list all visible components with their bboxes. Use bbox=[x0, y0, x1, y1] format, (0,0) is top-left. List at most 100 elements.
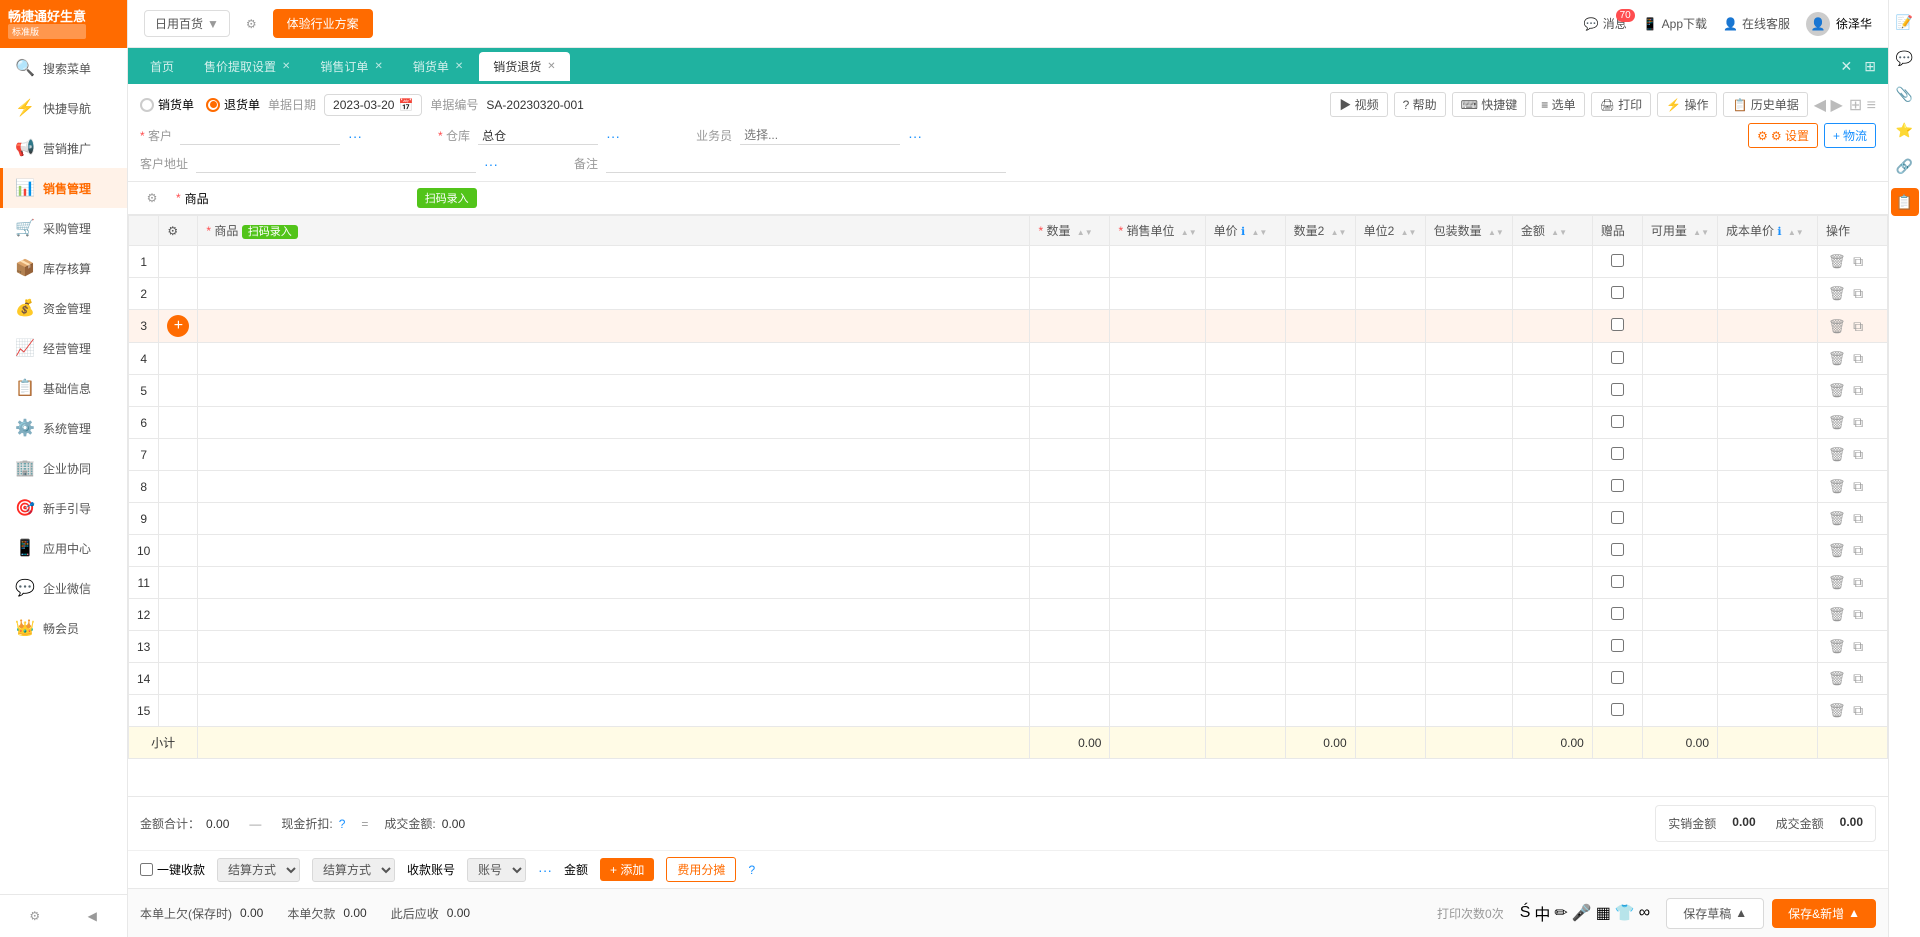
price-cell[interactable] bbox=[1205, 567, 1285, 599]
copy-row-btn[interactable]: ⧉ bbox=[1853, 253, 1863, 269]
gift-cell[interactable] bbox=[1592, 695, 1642, 727]
unit2-cell[interactable] bbox=[1355, 503, 1425, 535]
price-cell[interactable] bbox=[1205, 535, 1285, 567]
cost-cell[interactable] bbox=[1718, 631, 1818, 663]
qty2-cell[interactable] bbox=[1285, 535, 1355, 567]
add-payment-btn[interactable]: + 添加 bbox=[600, 858, 654, 881]
gift-checkbox[interactable] bbox=[1611, 479, 1624, 492]
unit-cell[interactable] bbox=[1110, 695, 1205, 727]
sidebar-item-inventory[interactable]: 📦 库存核算 bbox=[0, 248, 127, 288]
unit2-cell[interactable] bbox=[1355, 246, 1425, 278]
gift-cell[interactable] bbox=[1592, 535, 1642, 567]
qty2-cell[interactable] bbox=[1285, 278, 1355, 310]
gift-checkbox[interactable] bbox=[1611, 383, 1624, 396]
product-cell[interactable] bbox=[198, 246, 1030, 278]
qty2-cell[interactable] bbox=[1285, 439, 1355, 471]
sidebar-collapse-btn[interactable]: ◀ bbox=[66, 903, 120, 929]
tab-close-icon[interactable]: ✕ bbox=[547, 61, 555, 72]
warehouse-ellipsis-btn[interactable]: ··· bbox=[606, 128, 620, 144]
address-ellipsis-btn[interactable]: ··· bbox=[484, 156, 498, 172]
avail-cell[interactable] bbox=[1642, 599, 1717, 631]
cost-cell[interactable] bbox=[1718, 407, 1818, 439]
amount-cell[interactable] bbox=[1512, 695, 1592, 727]
video-btn[interactable]: ▶ 视频 bbox=[1330, 92, 1387, 117]
online-service-btn[interactable]: 👤 在线客服 bbox=[1723, 15, 1790, 32]
sidebar-item-guide[interactable]: 🎯 新手引导 bbox=[0, 488, 127, 528]
qty-cell[interactable] bbox=[1030, 278, 1110, 310]
price-cell[interactable] bbox=[1205, 343, 1285, 375]
product-cell[interactable] bbox=[198, 695, 1030, 727]
gift-cell[interactable] bbox=[1592, 503, 1642, 535]
avail-cell[interactable] bbox=[1642, 535, 1717, 567]
calculation-method-select[interactable]: 结算方式 bbox=[312, 858, 395, 882]
price-cell[interactable] bbox=[1205, 310, 1285, 343]
pkg-cell[interactable] bbox=[1425, 599, 1512, 631]
price-cell[interactable] bbox=[1205, 599, 1285, 631]
shortcut-btn[interactable]: ⌨ 快捷键 bbox=[1452, 92, 1527, 117]
cost-cell[interactable] bbox=[1718, 695, 1818, 727]
gift-cell[interactable] bbox=[1592, 407, 1642, 439]
sidebar-item-sales[interactable]: 📊 销售管理 bbox=[0, 168, 127, 208]
amount-cell[interactable] bbox=[1512, 535, 1592, 567]
gift-cell[interactable] bbox=[1592, 631, 1642, 663]
delete-row-btn[interactable]: 🗑 bbox=[1828, 478, 1846, 494]
tab-menu-btn[interactable]: ⊞ bbox=[1860, 54, 1880, 79]
gift-cell[interactable] bbox=[1592, 567, 1642, 599]
add-logistics-btn[interactable]: + 物流 bbox=[1824, 123, 1876, 148]
product-cell[interactable] bbox=[198, 567, 1030, 599]
unit-cell[interactable] bbox=[1110, 246, 1205, 278]
delete-row-btn[interactable]: 🗑 bbox=[1828, 670, 1846, 686]
gift-cell[interactable] bbox=[1592, 663, 1642, 695]
tab-close-icon[interactable]: ✕ bbox=[374, 61, 382, 72]
unit2-cell[interactable] bbox=[1355, 695, 1425, 727]
qty2-cell[interactable] bbox=[1285, 695, 1355, 727]
gift-checkbox[interactable] bbox=[1611, 575, 1624, 588]
operate-btn[interactable]: ⚡ 操作 bbox=[1657, 92, 1717, 117]
tab-close-all-btn[interactable]: ✕ bbox=[1837, 54, 1857, 79]
qty-cell[interactable] bbox=[1030, 503, 1110, 535]
unit2-cell[interactable] bbox=[1355, 407, 1425, 439]
gift-cell[interactable] bbox=[1592, 375, 1642, 407]
delete-row-btn[interactable]: 🗑 bbox=[1828, 638, 1846, 654]
unit-cell[interactable] bbox=[1110, 310, 1205, 343]
qty-cell[interactable] bbox=[1030, 663, 1110, 695]
cash-discount-help-icon[interactable]: ? bbox=[339, 817, 346, 831]
unit2-cell[interactable] bbox=[1355, 599, 1425, 631]
delete-row-btn[interactable]: 🗑 bbox=[1828, 318, 1846, 334]
right-sidebar-active-icon[interactable]: 📋 bbox=[1891, 188, 1919, 216]
qty-cell[interactable] bbox=[1030, 407, 1110, 439]
product-cell[interactable] bbox=[198, 535, 1030, 567]
qty2-cell[interactable] bbox=[1285, 246, 1355, 278]
product-cell[interactable] bbox=[198, 471, 1030, 503]
gift-cell[interactable] bbox=[1592, 246, 1642, 278]
sidebar-item-app-center[interactable]: 📱 应用中心 bbox=[0, 528, 127, 568]
copy-row-btn[interactable]: ⧉ bbox=[1853, 574, 1863, 590]
avail-cell[interactable] bbox=[1642, 246, 1717, 278]
unit2-cell[interactable] bbox=[1355, 631, 1425, 663]
daily-goods-dropdown[interactable]: 日用百货 ▼ bbox=[144, 10, 230, 37]
pkg-cell[interactable] bbox=[1425, 407, 1512, 439]
qty-cell[interactable] bbox=[1030, 535, 1110, 567]
amount-cell[interactable] bbox=[1512, 663, 1592, 695]
qty-cell[interactable] bbox=[1030, 567, 1110, 599]
avail-cell[interactable] bbox=[1642, 310, 1717, 343]
cost-cell[interactable] bbox=[1718, 439, 1818, 471]
app-download-btn[interactable]: 📱 App下载 bbox=[1643, 15, 1707, 32]
cost-cell[interactable] bbox=[1718, 503, 1818, 535]
pkg-cell[interactable] bbox=[1425, 663, 1512, 695]
unit2-cell[interactable] bbox=[1355, 439, 1425, 471]
copy-row-btn[interactable]: ⧉ bbox=[1853, 670, 1863, 686]
unit2-cell[interactable] bbox=[1355, 567, 1425, 599]
avail-cell[interactable] bbox=[1642, 439, 1717, 471]
one-key-pay-checkbox[interactable]: 一键收款 bbox=[140, 861, 205, 878]
amount-cell[interactable] bbox=[1512, 343, 1592, 375]
delete-row-btn[interactable]: 🗑 bbox=[1828, 542, 1846, 558]
sidebar-item-system[interactable]: ⚙️ 系统管理 bbox=[0, 408, 127, 448]
qty2-cell[interactable] bbox=[1285, 631, 1355, 663]
cost-cell[interactable] bbox=[1718, 246, 1818, 278]
qty-cell[interactable] bbox=[1030, 695, 1110, 727]
gift-checkbox[interactable] bbox=[1611, 543, 1624, 556]
pkg-cell[interactable] bbox=[1425, 278, 1512, 310]
qty-cell[interactable] bbox=[1030, 343, 1110, 375]
address-input[interactable] bbox=[196, 154, 476, 173]
